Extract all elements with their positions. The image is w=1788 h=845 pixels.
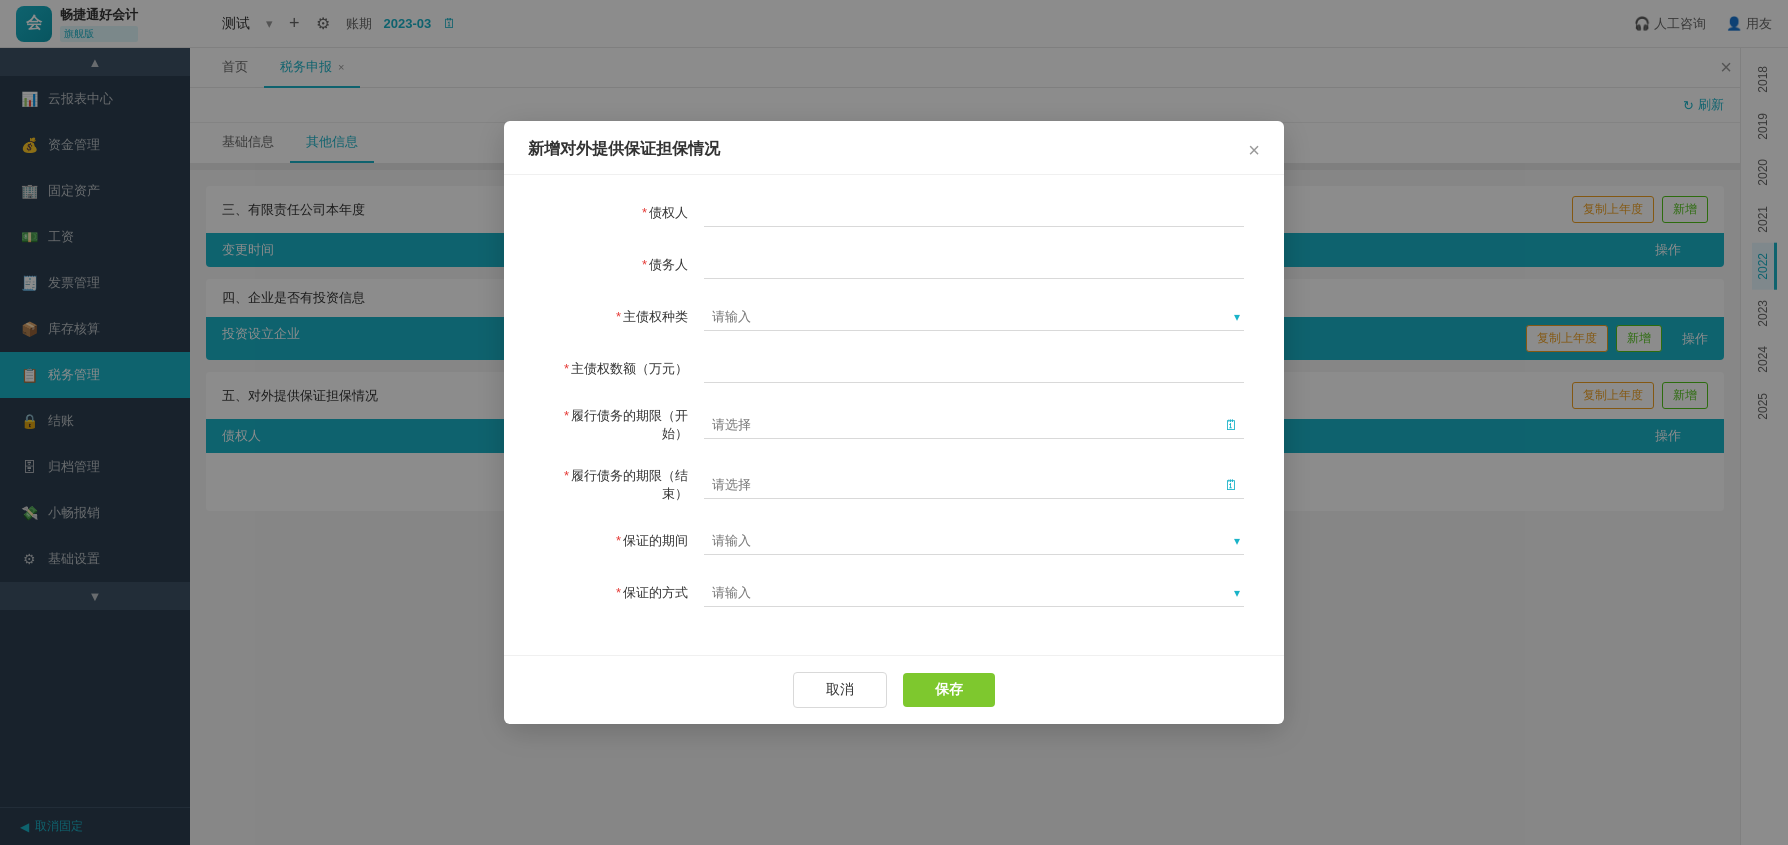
modal-close-btn[interactable]: × xyxy=(1248,140,1260,160)
chevron-down-guarantee-period[interactable]: ▾ xyxy=(1234,534,1244,548)
calendar-debt-start-icon[interactable]: 🗓 xyxy=(1224,417,1244,433)
select-guarantee-method[interactable] xyxy=(704,579,1234,606)
modal-header: 新增对外提供保证担保情况 × xyxy=(504,121,1284,175)
label-guarantee-method: *保证的方式 xyxy=(544,584,704,602)
form-row-guarantee-period: *保证的期间 ▾ xyxy=(544,527,1244,555)
chevron-down-guarantee-method[interactable]: ▾ xyxy=(1234,586,1244,600)
input-claim-amount[interactable] xyxy=(704,355,1244,383)
save-button[interactable]: 保存 xyxy=(903,673,995,707)
select-guarantee-period-wrapper: ▾ xyxy=(704,527,1244,555)
chevron-down-claim-type[interactable]: ▾ xyxy=(1234,310,1244,324)
select-guarantee-method-wrapper: ▾ xyxy=(704,579,1244,607)
label-claim-type: *主债权种类 xyxy=(544,308,704,326)
select-claim-type-wrapper: ▾ xyxy=(704,303,1244,331)
date-debt-start-wrapper: 🗓 xyxy=(704,411,1244,439)
modal-body: *债权人 *债务人 *主债权种类 ▾ xyxy=(504,175,1284,655)
input-debtor[interactable] xyxy=(704,251,1244,279)
form-row-creditor: *债权人 xyxy=(544,199,1244,227)
form-row-claim-amount: *主债权数额（万元） xyxy=(544,355,1244,383)
modal-dialog: 新增对外提供保证担保情况 × *债权人 *债务人 *主债权种类 xyxy=(504,121,1284,724)
date-debt-end[interactable] xyxy=(704,471,1224,498)
select-guarantee-period[interactable] xyxy=(704,527,1234,554)
calendar-debt-end-icon[interactable]: 🗓 xyxy=(1224,477,1244,493)
label-debtor: *债务人 xyxy=(544,256,704,274)
label-debt-start: *履行债务的期限（开始） xyxy=(544,407,704,443)
cancel-button[interactable]: 取消 xyxy=(793,672,887,708)
label-creditor: *债权人 xyxy=(544,204,704,222)
form-row-debtor: *债务人 xyxy=(544,251,1244,279)
date-debt-start[interactable] xyxy=(704,411,1224,438)
label-claim-amount: *主债权数额（万元） xyxy=(544,360,704,378)
label-guarantee-period: *保证的期间 xyxy=(544,532,704,550)
form-row-debt-end: *履行债务的期限（结束） 🗓 xyxy=(544,467,1244,503)
date-debt-end-wrapper: 🗓 xyxy=(704,471,1244,499)
modal-overlay: 新增对外提供保证担保情况 × *债权人 *债务人 *主债权种类 xyxy=(0,0,1788,845)
form-row-debt-start: *履行债务的期限（开始） 🗓 xyxy=(544,407,1244,443)
input-creditor[interactable] xyxy=(704,199,1244,227)
form-row-claim-type: *主债权种类 ▾ xyxy=(544,303,1244,331)
modal-title: 新增对外提供保证担保情况 xyxy=(528,139,720,160)
modal-footer: 取消 保存 xyxy=(504,655,1284,724)
label-debt-end: *履行债务的期限（结束） xyxy=(544,467,704,503)
select-claim-type[interactable] xyxy=(704,303,1234,330)
form-row-guarantee-method: *保证的方式 ▾ xyxy=(544,579,1244,607)
